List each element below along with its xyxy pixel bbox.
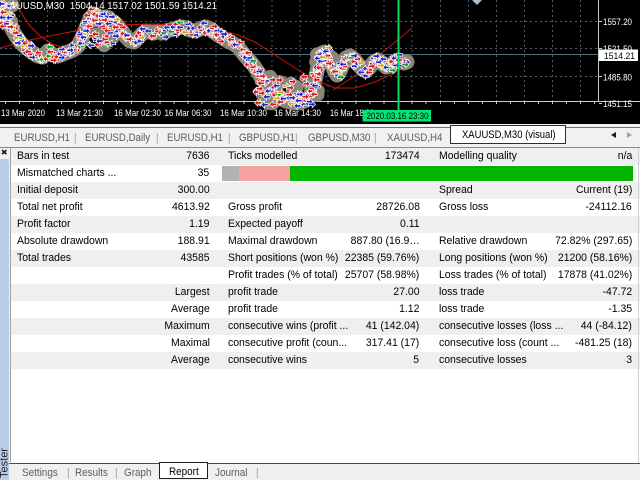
svg-text:13 Mar 21:30: 13 Mar 21:30: [56, 108, 103, 119]
svg-text:1485.80: 1485.80: [603, 73, 632, 84]
svg-text:1514.21: 1514.21: [604, 51, 635, 62]
svg-text:1451.15: 1451.15: [603, 99, 632, 110]
svg-text:13 Mar 2020: 13 Mar 2020: [1, 108, 45, 119]
svg-text:XAUUSD,M30 1504.14 1517.02 15: XAUUSD,M30 1504.14 1517.02 1501.59 1514.…: [3, 1, 217, 12]
svg-text:2020.03.16 23:30: 2020.03.16 23:30: [367, 111, 429, 122]
svg-text:1557.20: 1557.20: [603, 17, 632, 28]
svg-text:16 Mar 06:30: 16 Mar 06:30: [165, 108, 212, 119]
svg-text:16 Mar 10:30: 16 Mar 10:30: [220, 108, 267, 119]
svg-text:16 Mar 14:30: 16 Mar 14:30: [274, 108, 321, 119]
svg-text:16 Mar 02:30: 16 Mar 02:30: [114, 108, 161, 119]
